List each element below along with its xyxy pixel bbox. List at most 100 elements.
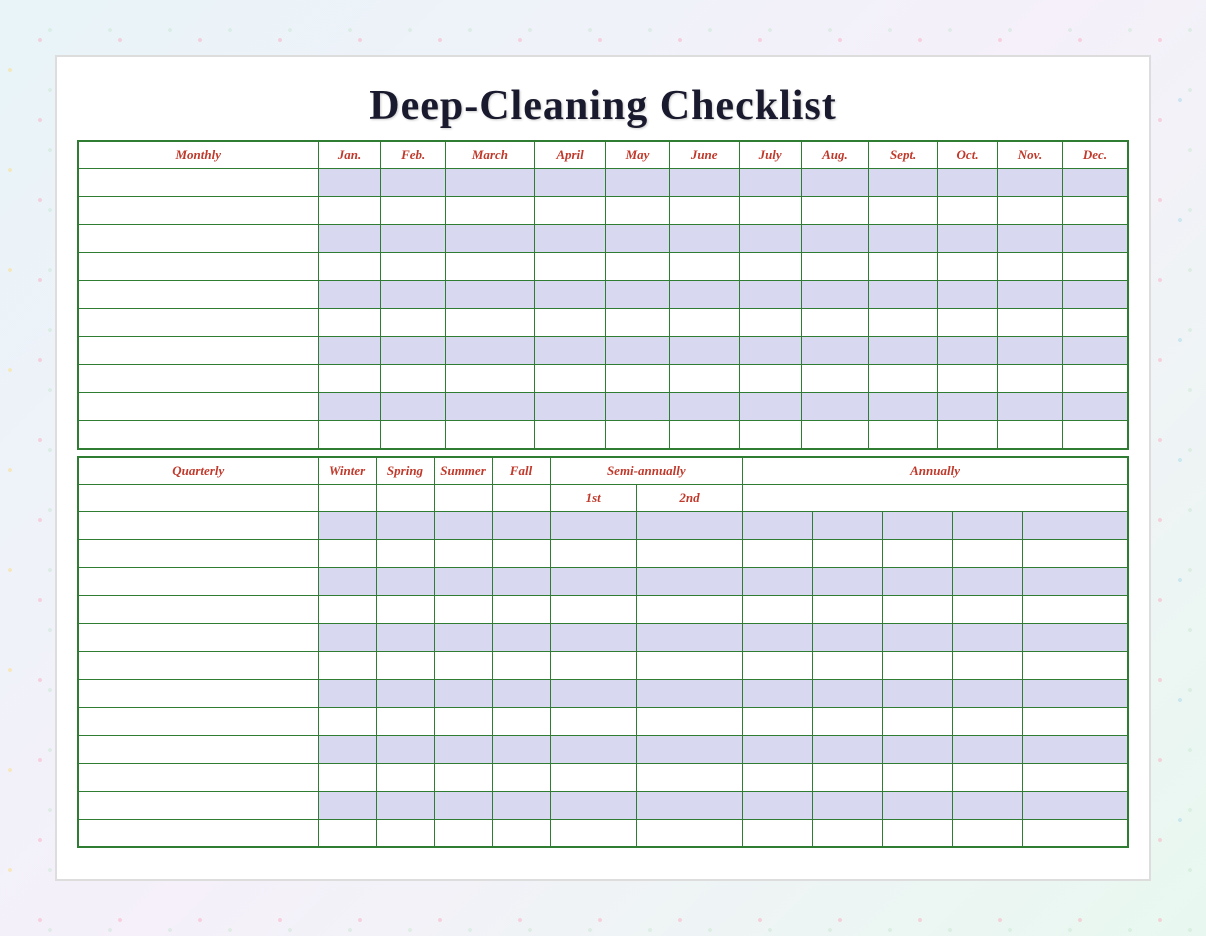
check-cell[interactable] <box>381 281 445 309</box>
check-cell[interactable] <box>318 393 381 421</box>
check-cell[interactable] <box>318 707 376 735</box>
check-cell[interactable] <box>445 197 534 225</box>
check-cell[interactable] <box>376 679 434 707</box>
check-cell[interactable] <box>743 567 813 595</box>
check-cell[interactable] <box>938 253 998 281</box>
check-cell[interactable] <box>492 511 550 539</box>
check-cell[interactable] <box>636 819 742 847</box>
check-cell[interactable] <box>998 421 1063 449</box>
check-cell[interactable] <box>743 707 813 735</box>
check-cell[interactable] <box>1062 309 1128 337</box>
check-cell[interactable] <box>743 539 813 567</box>
check-cell[interactable] <box>953 595 1023 623</box>
check-cell[interactable] <box>318 679 376 707</box>
check-cell[interactable] <box>434 651 492 679</box>
check-cell[interactable] <box>938 309 998 337</box>
check-cell[interactable] <box>669 197 739 225</box>
check-cell[interactable] <box>869 309 938 337</box>
check-cell[interactable] <box>739 309 801 337</box>
check-cell[interactable] <box>1023 511 1128 539</box>
check-cell[interactable] <box>1023 539 1128 567</box>
check-cell[interactable] <box>869 421 938 449</box>
check-cell[interactable] <box>1023 623 1128 651</box>
check-cell[interactable] <box>813 623 883 651</box>
check-cell[interactable] <box>318 197 381 225</box>
check-cell[interactable] <box>434 595 492 623</box>
check-cell[interactable] <box>1062 197 1128 225</box>
check-cell[interactable] <box>1023 567 1128 595</box>
check-cell[interactable] <box>669 225 739 253</box>
check-cell[interactable] <box>492 539 550 567</box>
check-cell[interactable] <box>883 511 953 539</box>
check-cell[interactable] <box>445 337 534 365</box>
check-cell[interactable] <box>492 595 550 623</box>
check-cell[interactable] <box>636 539 742 567</box>
check-cell[interactable] <box>381 197 445 225</box>
check-cell[interactable] <box>813 707 883 735</box>
check-cell[interactable] <box>1023 651 1128 679</box>
check-cell[interactable] <box>376 567 434 595</box>
check-cell[interactable] <box>813 567 883 595</box>
check-cell[interactable] <box>938 337 998 365</box>
check-cell[interactable] <box>739 365 801 393</box>
check-cell[interactable] <box>953 651 1023 679</box>
check-cell[interactable] <box>434 539 492 567</box>
check-cell[interactable] <box>445 365 534 393</box>
check-cell[interactable] <box>938 365 998 393</box>
check-cell[interactable] <box>801 253 868 281</box>
check-cell[interactable] <box>938 225 998 253</box>
check-cell[interactable] <box>801 337 868 365</box>
check-cell[interactable] <box>953 791 1023 819</box>
check-cell[interactable] <box>636 651 742 679</box>
check-cell[interactable] <box>869 393 938 421</box>
check-cell[interactable] <box>376 735 434 763</box>
check-cell[interactable] <box>636 595 742 623</box>
check-cell[interactable] <box>550 623 636 651</box>
check-cell[interactable] <box>492 791 550 819</box>
check-cell[interactable] <box>606 197 670 225</box>
check-cell[interactable] <box>381 253 445 281</box>
check-cell[interactable] <box>998 197 1063 225</box>
check-cell[interactable] <box>492 623 550 651</box>
check-cell[interactable] <box>739 337 801 365</box>
check-cell[interactable] <box>813 763 883 791</box>
check-cell[interactable] <box>953 679 1023 707</box>
check-cell[interactable] <box>669 337 739 365</box>
check-cell[interactable] <box>883 539 953 567</box>
check-cell[interactable] <box>743 735 813 763</box>
check-cell[interactable] <box>376 595 434 623</box>
check-cell[interactable] <box>1023 819 1128 847</box>
check-cell[interactable] <box>883 707 953 735</box>
check-cell[interactable] <box>492 651 550 679</box>
check-cell[interactable] <box>445 393 534 421</box>
check-cell[interactable] <box>606 365 670 393</box>
check-cell[interactable] <box>318 421 381 449</box>
check-cell[interactable] <box>550 567 636 595</box>
check-cell[interactable] <box>434 567 492 595</box>
check-cell[interactable] <box>550 819 636 847</box>
check-cell[interactable] <box>434 707 492 735</box>
check-cell[interactable] <box>883 651 953 679</box>
check-cell[interactable] <box>801 281 868 309</box>
check-cell[interactable] <box>318 539 376 567</box>
check-cell[interactable] <box>550 651 636 679</box>
check-cell[interactable] <box>669 365 739 393</box>
check-cell[interactable] <box>445 253 534 281</box>
check-cell[interactable] <box>739 225 801 253</box>
check-cell[interactable] <box>938 169 998 197</box>
check-cell[interactable] <box>813 539 883 567</box>
check-cell[interactable] <box>1062 393 1128 421</box>
check-cell[interactable] <box>813 791 883 819</box>
check-cell[interactable] <box>813 511 883 539</box>
check-cell[interactable] <box>534 169 605 197</box>
check-cell[interactable] <box>381 309 445 337</box>
check-cell[interactable] <box>813 819 883 847</box>
check-cell[interactable] <box>434 763 492 791</box>
check-cell[interactable] <box>381 337 445 365</box>
check-cell[interactable] <box>606 169 670 197</box>
check-cell[interactable] <box>953 539 1023 567</box>
check-cell[interactable] <box>318 309 381 337</box>
check-cell[interactable] <box>1023 679 1128 707</box>
check-cell[interactable] <box>998 393 1063 421</box>
check-cell[interactable] <box>534 365 605 393</box>
